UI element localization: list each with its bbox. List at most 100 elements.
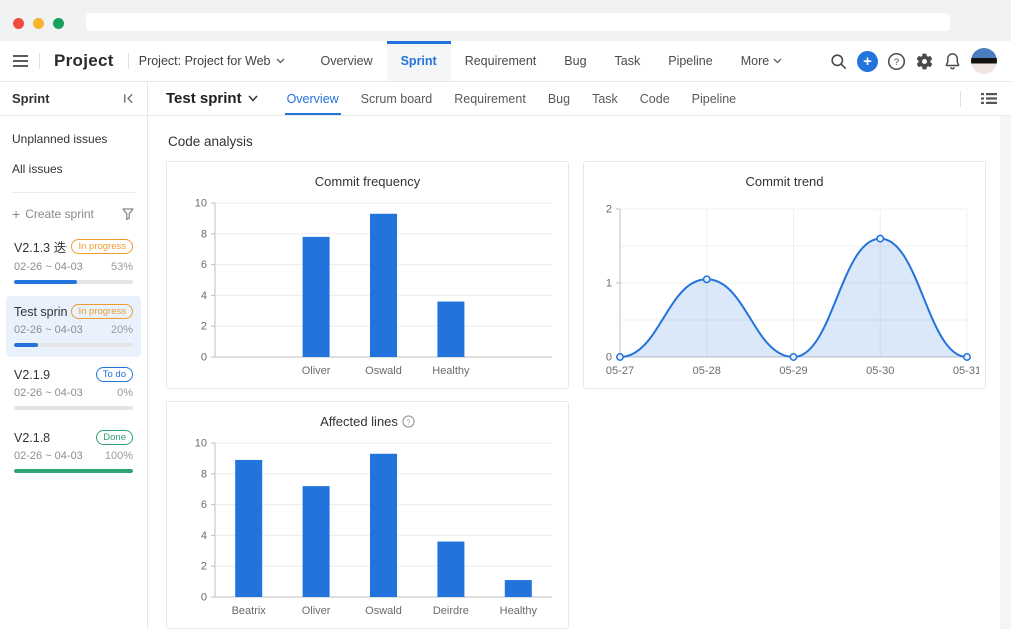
affected-lines-chart: 0 2 4 6 8 10 Beatrix Oliver Oswald Deirdre Healthy — [195, 438, 552, 617]
sprint-title: Test sprint — [166, 90, 242, 107]
sprint-name: V2.1.8 — [14, 430, 51, 445]
address-bar[interactable] — [86, 13, 950, 31]
sprint-tab-bug[interactable]: Bug — [537, 82, 581, 115]
notifications-button[interactable] — [943, 51, 962, 71]
sprint-tab-code[interactable]: Code — [629, 82, 681, 115]
divider — [960, 90, 961, 107]
collapse-left-icon — [124, 93, 133, 104]
sidebar-item-unplanned-issues[interactable]: Unplanned issues — [0, 124, 147, 154]
status-badge: Done — [96, 430, 133, 445]
nav-tab-overview[interactable]: Overview — [307, 41, 387, 81]
nav-tab-label: Overview — [320, 54, 373, 68]
search-icon — [831, 53, 847, 69]
svg-text:05-27: 05-27 — [606, 365, 634, 377]
sprint-dates: 02-26 ~ 04-03 — [14, 324, 83, 336]
status-badge: In progress — [71, 304, 133, 319]
maximize-window-icon[interactable] — [53, 18, 64, 29]
svg-text:0: 0 — [201, 352, 207, 364]
nav-tab-label: More — [740, 54, 770, 68]
svg-text:Oswald: Oswald — [365, 365, 402, 377]
detail-list-icon — [981, 93, 997, 104]
sprint-dates: 02-26 ~ 04-03 — [14, 450, 83, 462]
close-window-icon[interactable] — [13, 18, 24, 29]
nav-tab-label: Pipeline — [668, 54, 713, 68]
help-button[interactable]: ? — [887, 52, 906, 71]
app-header: Project Project: Project for Web Overvie… — [0, 41, 1011, 82]
sprint-percent: 53% — [110, 261, 133, 273]
svg-text:2: 2 — [201, 561, 207, 573]
search-button[interactable] — [829, 52, 848, 71]
svg-text:?: ? — [406, 417, 410, 426]
nav-tab-label: Sprint — [400, 54, 437, 68]
divider — [39, 53, 40, 69]
svg-text:Healthy: Healthy — [432, 365, 470, 377]
hamburger-icon — [13, 55, 28, 67]
hamburger-menu-button[interactable] — [12, 54, 29, 68]
scrollbar-track[interactable] — [1000, 116, 1011, 629]
nav-tab-bug[interactable]: Bug — [550, 41, 600, 81]
nav-tab-requirement[interactable]: Requirement — [451, 41, 551, 81]
chart-title: Affected lines — [320, 414, 398, 429]
svg-text:10: 10 — [195, 438, 207, 450]
sprint-tab-task[interactable]: Task — [581, 82, 629, 115]
filter-sprints-button[interactable] — [121, 207, 135, 221]
create-sprint-label: Create sprint — [25, 207, 94, 221]
app-logo: Project — [54, 51, 114, 70]
list-view-button[interactable] — [981, 92, 997, 105]
svg-text:Oswald: Oswald — [365, 605, 402, 617]
sprint-card-v218[interactable]: V2.1.8 Done 02-26 ~ 04-03 100% — [6, 422, 141, 483]
project-selector[interactable]: Project: Project for Web — [139, 54, 285, 68]
nav-tab-more[interactable]: More — [727, 41, 796, 81]
bell-icon — [945, 53, 960, 70]
svg-text:05-29: 05-29 — [779, 365, 807, 377]
collapse-sidebar-button[interactable] — [122, 92, 135, 105]
sprint-percent: 20% — [110, 324, 133, 336]
sprint-tabs: Overview Scrum board Requirement Bug Tas… — [276, 82, 748, 115]
nav-tab-task[interactable]: Task — [601, 41, 655, 81]
plus-icon: + — [863, 52, 872, 70]
svg-text:6: 6 — [201, 499, 207, 511]
overview-content: Code analysis Commit frequency 0 2 4 6 8 10 Ol… — [148, 116, 1011, 629]
commit-trend-chart: 0 1 2 05-27 05-28 05-29 05-30 05-31 — [606, 204, 981, 378]
nav-tab-sprint[interactable]: Sprint — [386, 41, 451, 81]
divider — [127, 53, 129, 69]
sprint-card-v219[interactable]: V2.1.9 To do 02-26 ~ 04-03 0% — [6, 359, 141, 420]
sidebar-item-all-issues[interactable]: All issues — [0, 154, 147, 184]
svg-text:05-30: 05-30 — [866, 365, 894, 377]
nav-tab-label: Bug — [564, 54, 587, 68]
sidebar-title: Sprint — [12, 91, 50, 106]
svg-text:?: ? — [894, 56, 899, 67]
minimize-window-icon[interactable] — [33, 18, 44, 29]
sprint-percent: 0% — [117, 387, 133, 399]
status-badge: In progress — [71, 239, 133, 254]
user-avatar[interactable] — [971, 48, 997, 74]
browser-title-bar — [0, 0, 1011, 41]
settings-button[interactable] — [915, 52, 934, 71]
sprint-tab-requirement[interactable]: Requirement — [443, 82, 537, 115]
help-circle-icon[interactable]: ? — [402, 415, 415, 428]
progress-bar — [14, 469, 133, 473]
commit-frequency-chart: 0 2 4 6 8 10 Oliver Oswald Healthy — [195, 198, 552, 377]
progress-bar — [14, 280, 133, 284]
gear-icon — [916, 53, 933, 69]
svg-text:10: 10 — [195, 198, 207, 210]
svg-text:Beatrix: Beatrix — [232, 605, 267, 617]
sprint-title-dropdown[interactable]: Test sprint — [166, 82, 258, 115]
svg-text:6: 6 — [201, 259, 207, 271]
create-new-button[interactable]: + — [857, 50, 878, 72]
sprint-tab-pipeline[interactable]: Pipeline — [681, 82, 747, 115]
sprint-card-test-sprint[interactable]: Test sprint In progress 02-26 ~ 04-03 20… — [6, 296, 141, 357]
sprint-tab-overview[interactable]: Overview — [276, 82, 350, 115]
nav-tab-label: Requirement — [464, 54, 537, 68]
svg-text:Deirdre: Deirdre — [433, 605, 469, 617]
sprint-tab-scrum-board[interactable]: Scrum board — [350, 82, 444, 115]
svg-text:0: 0 — [201, 592, 207, 604]
sprint-percent: 100% — [104, 450, 133, 462]
sprint-sidebar: Sprint Unplanned issues All issues + Cre… — [0, 82, 148, 629]
create-sprint-button[interactable]: + Create sprint — [12, 207, 94, 221]
progress-bar — [14, 343, 133, 347]
divider — [12, 192, 135, 193]
nav-tab-pipeline[interactable]: Pipeline — [654, 41, 726, 81]
sprint-card-v213[interactable]: V2.1.3 迭代 In progress 02-26 ~ 04-03 53% — [6, 229, 141, 294]
funnel-icon — [122, 208, 134, 221]
